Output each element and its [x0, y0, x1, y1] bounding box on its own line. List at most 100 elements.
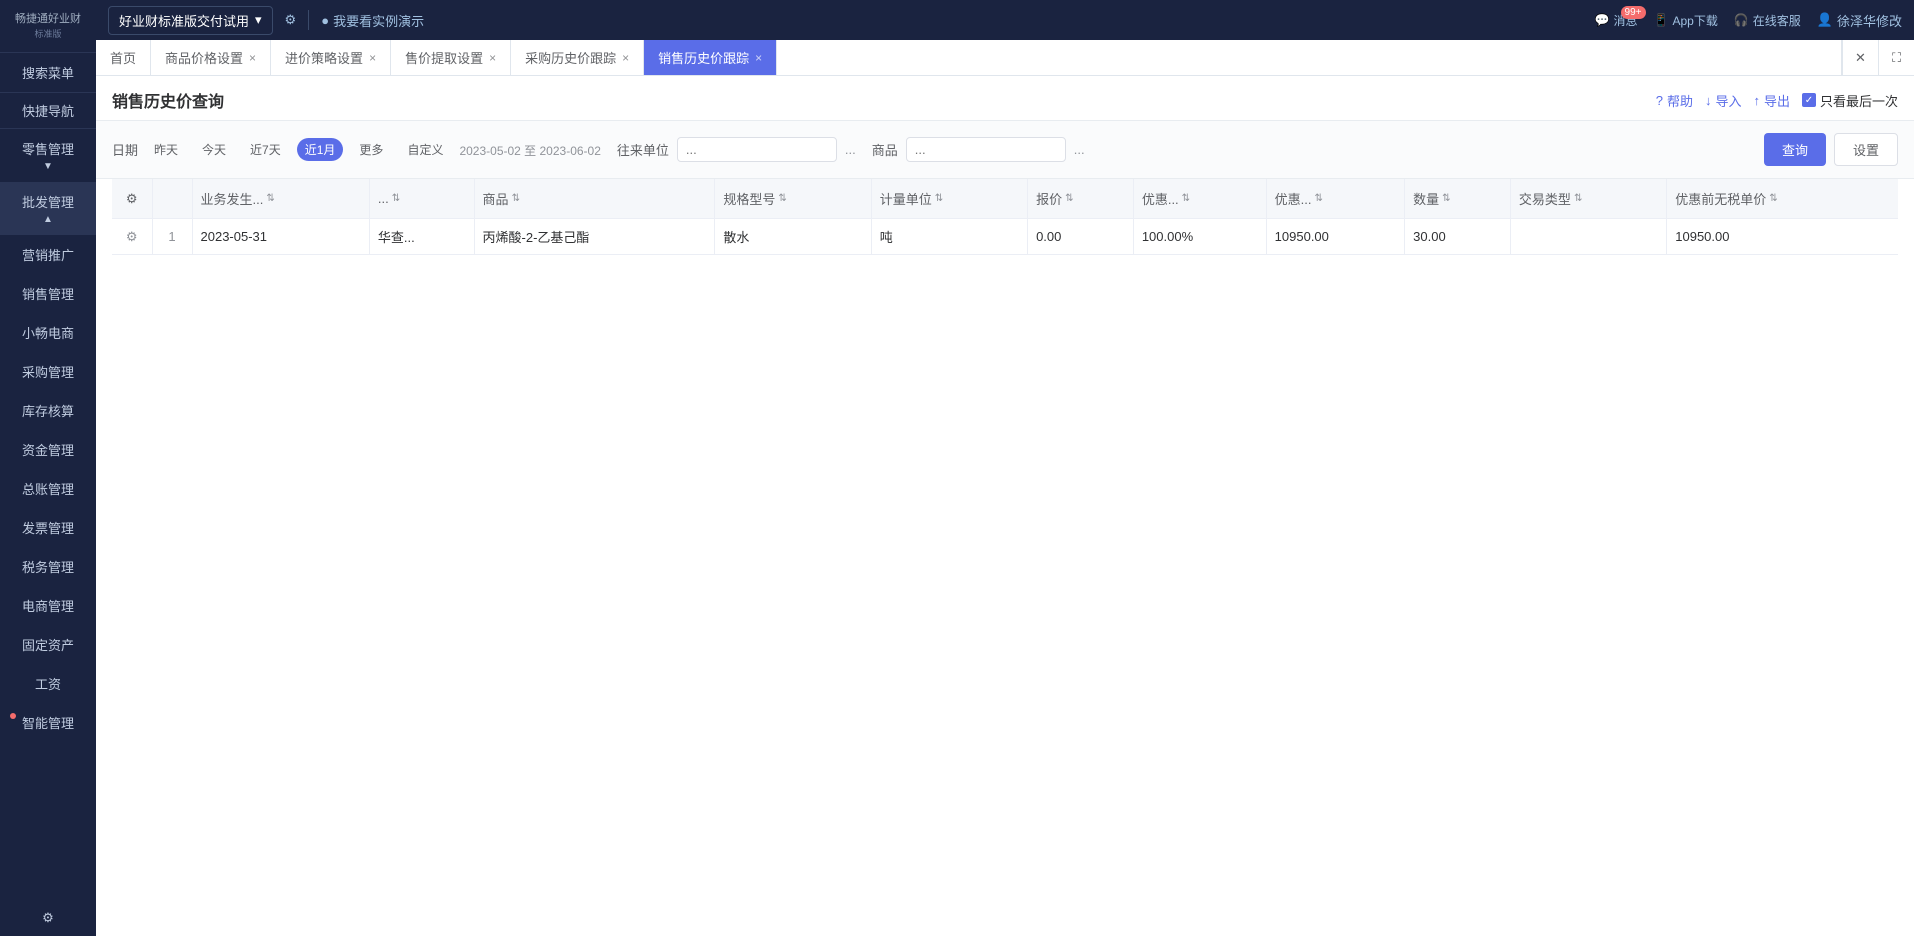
- col-extra[interactable]: ... ⇅: [369, 179, 474, 219]
- tab-close-button[interactable]: ✕: [1842, 40, 1878, 76]
- message-icon: 💬: [1595, 13, 1610, 27]
- tab-price-extract[interactable]: 售价提取设置 ×: [391, 40, 511, 76]
- import-button[interactable]: ↓ 导入: [1705, 91, 1742, 110]
- row-discount1: 100.00%: [1133, 219, 1266, 255]
- product-filter-input[interactable]: [906, 137, 1066, 162]
- sidebar-item-marketing[interactable]: 营销推广: [0, 235, 96, 274]
- demo-icon: ●: [321, 13, 329, 28]
- sidebar-item-sales[interactable]: 销售管理: [0, 274, 96, 313]
- gear-icon[interactable]: ⚙: [126, 191, 138, 206]
- from-unit-more-btn[interactable]: ...: [845, 142, 856, 157]
- only-last-checkbox[interactable]: ✓ 只看最后一次: [1802, 91, 1898, 110]
- col-price[interactable]: 报价 ⇅: [1028, 179, 1134, 219]
- row-price: 0.00: [1028, 219, 1134, 255]
- sort-icon: ⇅: [1574, 193, 1582, 204]
- col-num: [152, 179, 192, 219]
- date-7days-btn[interactable]: 近7天: [242, 138, 289, 161]
- user-avatar-icon: 👤: [1817, 12, 1833, 28]
- online-service-button[interactable]: 🎧 在线客服: [1734, 12, 1801, 29]
- close-icon[interactable]: ×: [622, 51, 629, 65]
- col-unit[interactable]: 计量单位 ⇅: [871, 179, 1027, 219]
- tab-sales-history[interactable]: 销售历史价跟踪 ×: [644, 40, 777, 76]
- col-product[interactable]: 商品 ⇅: [474, 179, 715, 219]
- col-quantity[interactable]: 数量 ⇅: [1405, 179, 1511, 219]
- sidebar-item-invoice[interactable]: 发票管理: [0, 508, 96, 547]
- sidebar-item-tax[interactable]: 税务管理: [0, 547, 96, 586]
- app-download-button[interactable]: 📱 App下载: [1654, 12, 1718, 29]
- setting-button[interactable]: 设置: [1834, 133, 1898, 166]
- date-range-display: 2023-05-02 至 2023-06-02: [459, 142, 600, 159]
- close-icon[interactable]: ×: [755, 51, 762, 65]
- date-more-btn[interactable]: 更多: [351, 138, 391, 161]
- col-spec[interactable]: 规格型号 ⇅: [715, 179, 871, 219]
- sidebar-item-finance[interactable]: 资金管理: [0, 430, 96, 469]
- date-today-btn[interactable]: 今天: [194, 138, 234, 161]
- tab-home[interactable]: 首页: [96, 40, 151, 76]
- help-button[interactable]: ? 帮助: [1656, 91, 1693, 110]
- product-more-btn[interactable]: ...: [1074, 142, 1085, 157]
- table-body: ⚙ 1 2023-05-31 华查... 丙烯酸-2-乙基己酯 散水 吨 0.0…: [112, 219, 1898, 255]
- row-unit: 吨: [871, 219, 1027, 255]
- sidebar-item-payroll[interactable]: 工资: [0, 664, 96, 703]
- from-unit-input[interactable]: [677, 137, 837, 162]
- col-pretax-price[interactable]: 优惠前无税单价 ⇅: [1667, 179, 1898, 219]
- sidebar-item-smart[interactable]: 智能管理: [0, 703, 96, 742]
- sidebar-settings[interactable]: ⚙: [0, 900, 96, 936]
- page-header: 销售历史价查询 ? 帮助 ↓ 导入 ↑ 导出: [96, 76, 1914, 121]
- message-button[interactable]: 💬 消息 99+: [1595, 12, 1638, 29]
- query-button[interactable]: 查询: [1764, 133, 1826, 166]
- col-biz-date[interactable]: 业务发生... ⇅: [192, 179, 369, 219]
- tab-purchase-strategy[interactable]: 进价策略设置 ×: [271, 40, 391, 76]
- search-label: 搜索菜单: [8, 63, 88, 82]
- sidebar-item-wholesale[interactable]: 批发管理 ▲: [0, 182, 96, 235]
- sort-icon: ⇅: [1065, 193, 1073, 204]
- date-custom-btn[interactable]: 自定义: [399, 138, 451, 161]
- sidebar-item-retail[interactable]: 零售管理 ▼: [0, 129, 96, 182]
- assets-label: 固定资产: [22, 635, 74, 654]
- row-gear[interactable]: ⚙: [112, 219, 152, 255]
- help-icon: ?: [1656, 93, 1663, 108]
- user-menu[interactable]: 👤 徐泽华修改: [1817, 11, 1902, 30]
- date-yesterday-btn[interactable]: 昨天: [146, 138, 186, 161]
- sidebar-item-assets[interactable]: 固定资产: [0, 625, 96, 664]
- from-unit-label: 往来单位: [617, 140, 669, 159]
- close-icon[interactable]: ×: [369, 51, 376, 65]
- sales-label: 销售管理: [22, 284, 74, 303]
- product-filter-label: 商品: [872, 140, 898, 159]
- tab-bar: 首页 商品价格设置 × 进价策略设置 × 售价提取设置 × 采购历史价跟踪 × …: [96, 40, 1914, 76]
- col-discount2[interactable]: 优惠... ⇅: [1266, 179, 1404, 219]
- col-trade-type[interactable]: 交易类型 ⇅: [1510, 179, 1666, 219]
- col-discount1[interactable]: 优惠... ⇅: [1133, 179, 1266, 219]
- sort-icon: ⇅: [1769, 193, 1777, 204]
- sidebar-item-inventory[interactable]: 库存核算: [0, 391, 96, 430]
- marketing-label: 营销推广: [22, 245, 74, 264]
- sort-icon: ⇅: [1182, 193, 1190, 204]
- message-badge: 99+: [1621, 6, 1646, 19]
- date-filter-label: 日期: [112, 140, 138, 159]
- sidebar-item-purchase[interactable]: 采购管理: [0, 352, 96, 391]
- demo-link[interactable]: ● 我要看实例演示: [321, 11, 424, 30]
- sidebar-item-accounting[interactable]: 总账管理: [0, 469, 96, 508]
- sort-icon: ⇅: [1315, 193, 1323, 204]
- page-content: 销售历史价查询 ? 帮助 ↓ 导入 ↑ 导出: [96, 76, 1914, 936]
- notification-dot: [10, 713, 16, 719]
- export-button[interactable]: ↑ 导出: [1753, 91, 1790, 110]
- tab-product-price[interactable]: 商品价格设置 ×: [151, 40, 271, 76]
- product-selector[interactable]: 好业财标准版交付试用 ▾: [108, 6, 273, 35]
- date-1month-btn[interactable]: 近1月: [297, 138, 344, 161]
- sidebar: 畅捷通好业财 标准版 搜索菜单 快捷导航 零售管理 ▼ 批发管理 ▲ 营销推广 …: [0, 0, 96, 936]
- settings-icon[interactable]: ⚙: [285, 12, 297, 28]
- filter-bar: 日期 昨天 今天 近7天 近1月 更多 自定义 2023-05-02 至 202…: [96, 121, 1914, 179]
- tab-purchase-history[interactable]: 采购历史价跟踪 ×: [511, 40, 644, 76]
- tax-label: 税务管理: [22, 557, 74, 576]
- from-unit-filter: 往来单位 ...: [617, 137, 856, 162]
- sidebar-item-quicknav[interactable]: 快捷导航: [0, 93, 96, 129]
- sidebar-item-ecommerce-small[interactable]: 小畅电商: [0, 313, 96, 352]
- close-icon[interactable]: ×: [249, 51, 256, 65]
- sort-icon: ⇅: [1442, 193, 1450, 204]
- sort-icon: ⇅: [392, 193, 400, 204]
- close-icon[interactable]: ×: [489, 51, 496, 65]
- sidebar-item-search[interactable]: 搜索菜单: [0, 53, 96, 93]
- sidebar-item-ecommerce[interactable]: 电商管理: [0, 586, 96, 625]
- tab-expand-button[interactable]: ⛶: [1878, 40, 1914, 76]
